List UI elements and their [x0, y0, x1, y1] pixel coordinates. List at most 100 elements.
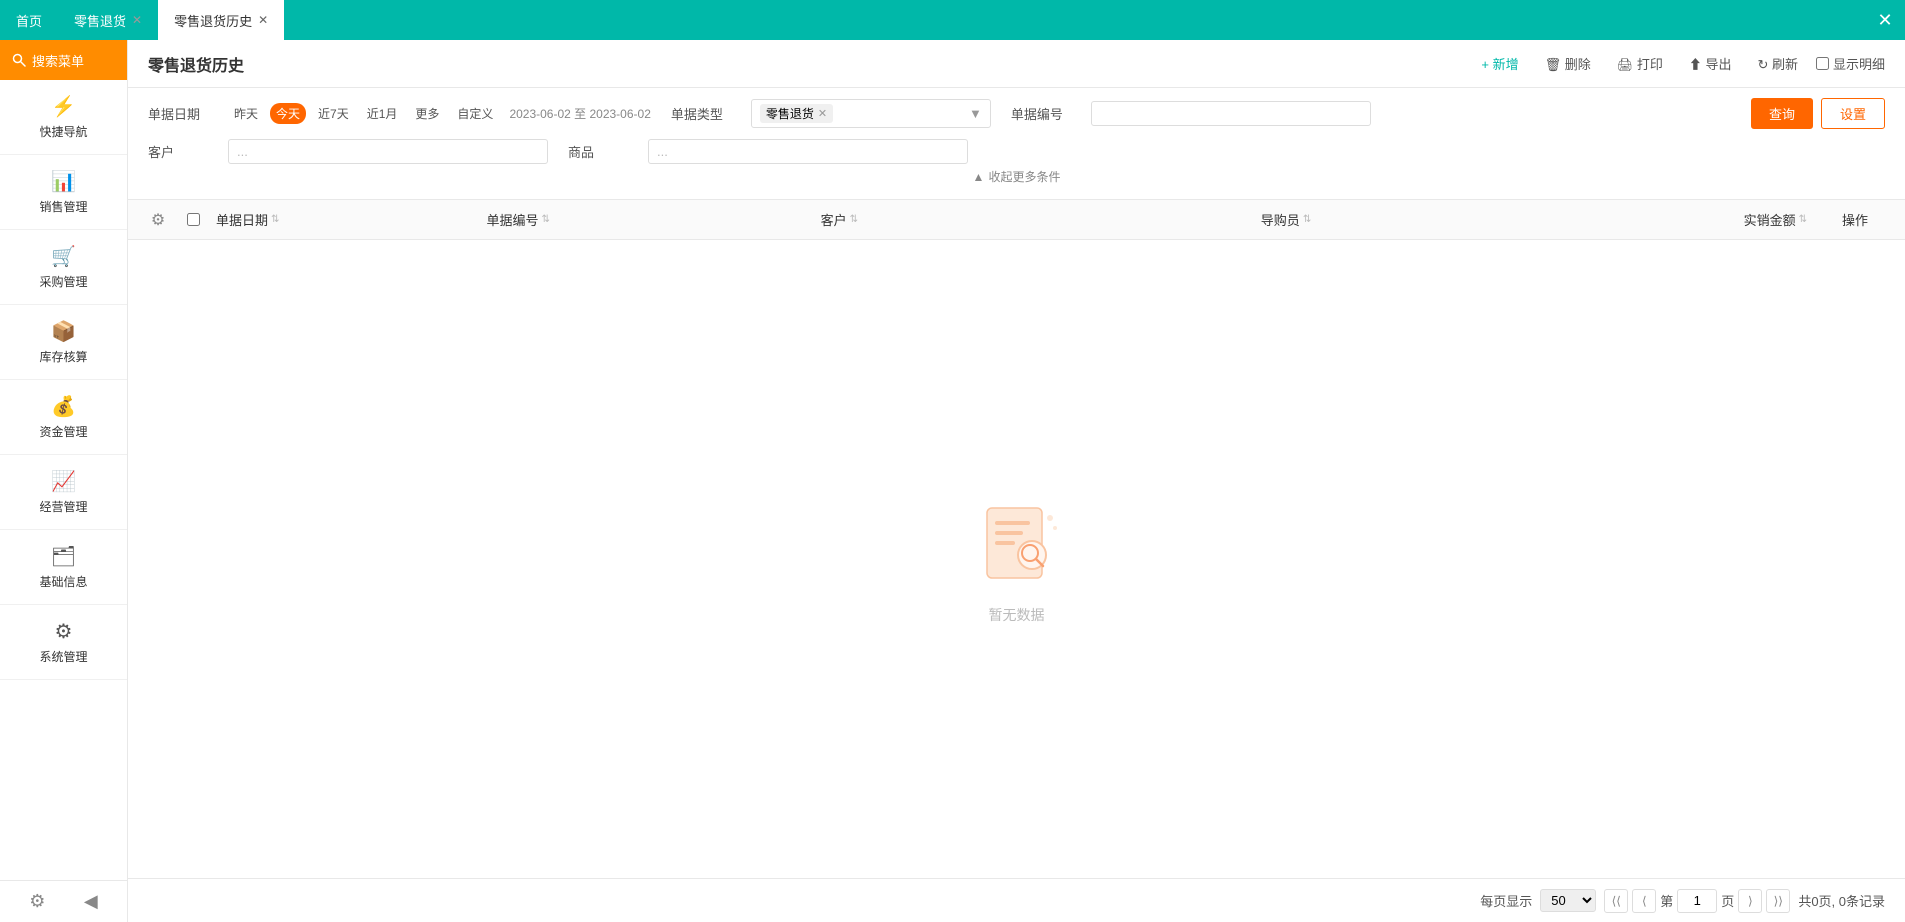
num-label: 单据编号 [1011, 104, 1071, 123]
tab-retail-return-history-close[interactable]: ✕ [258, 13, 268, 27]
date-opt-1month[interactable]: 近1月 [361, 103, 404, 124]
type-select[interactable]: 零售退货 ✕ ▼ [751, 99, 991, 128]
delete-button[interactable]: 🗑 删除 [1537, 50, 1599, 77]
goods-label: 商品 [568, 142, 628, 161]
tab-retail-return[interactable]: 零售退货 ✕ [58, 0, 158, 40]
window-close-button[interactable]: ✕ [1865, 0, 1905, 40]
empty-text: 暂无数据 [989, 605, 1045, 625]
type-tag: 零售退货 ✕ [760, 104, 833, 123]
top-bar: 首页 零售退货 ✕ 零售退货历史 ✕ ✕ [0, 0, 1905, 40]
th-num: 单据编号 ⇅ [479, 210, 813, 229]
display-detail-checkbox[interactable]: 显示明细 [1816, 54, 1885, 73]
tab-retail-return-close[interactable]: ✕ [132, 13, 142, 27]
collapse-icon: ▲ [973, 170, 985, 184]
display-detail-check[interactable] [1816, 57, 1829, 70]
type-select-arrow: ▼ [969, 106, 982, 121]
per-page-label: 每页显示 [1480, 891, 1532, 910]
page-prev-btn[interactable]: ⟨ [1632, 889, 1656, 913]
sidebar-collapse-icon[interactable]: ◀ [84, 891, 98, 912]
collapse-bar[interactable]: ▲ 收起更多条件 [148, 164, 1885, 189]
page-label: 第 [1660, 891, 1673, 910]
sidebar-item-quick-nav[interactable]: ⚡ 快捷导航 [0, 80, 127, 155]
th-date: 单据日期 ⇅ [208, 210, 479, 229]
date-label: 单据日期 [148, 104, 208, 123]
date-opt-custom[interactable]: 自定义 [451, 103, 499, 124]
sidebar-item-basic-info[interactable]: 🗂 基础信息 [0, 530, 127, 605]
customer-input[interactable] [228, 139, 548, 164]
sidebar-item-sales[interactable]: 📊 销售管理 [0, 155, 127, 230]
sidebar-item-label-inventory: 库存核算 [39, 348, 87, 365]
page-next-btn[interactable]: ⟩ [1738, 889, 1762, 913]
sales-icon: 📊 [51, 169, 76, 194]
print-button[interactable]: 🖨 打印 [1609, 50, 1671, 77]
main-layout: 搜索菜单 ⚡ 快捷导航 📊 销售管理 🛒 采购管理 📦 库存核算 💰 资金管理 … [0, 40, 1905, 922]
sidebar-item-label-finance: 资金管理 [39, 423, 87, 440]
sidebar-item-label-purchase: 采购管理 [39, 273, 87, 290]
search-icon [12, 53, 26, 67]
th-op: 操作 [1815, 210, 1895, 229]
th-amount: 实销金额 ⇅ [1587, 210, 1815, 229]
pagination: 每页显示 10 20 50 100 ⟨⟨ ⟨ 第 页 ⟩ ⟩⟩ 共0页, 0条记… [128, 878, 1905, 922]
goods-input[interactable] [648, 139, 968, 164]
select-all-checkbox[interactable] [187, 213, 200, 226]
page-nav: ⟨⟨ ⟨ 第 页 ⟩ ⟩⟩ [1604, 889, 1790, 913]
sidebar-settings-icon[interactable]: ⚙ [29, 891, 45, 912]
th-op-label: 操作 [1842, 210, 1868, 229]
page-last-btn[interactable]: ⟩⟩ [1766, 889, 1790, 913]
table-select-all[interactable] [178, 213, 208, 226]
date-opt-more[interactable]: 更多 [409, 103, 445, 124]
query-button[interactable]: 查询 [1751, 98, 1813, 129]
sidebar-item-label-sales: 销售管理 [39, 198, 87, 215]
total-info: 共0页, 0条记录 [1798, 891, 1885, 910]
page-first-btn[interactable]: ⟨⟨ [1604, 889, 1628, 913]
empty-icon [967, 493, 1067, 593]
th-customer: 客户 ⇅ [813, 210, 1253, 229]
empty-state: 暂无数据 [128, 240, 1905, 878]
th-date-sort[interactable]: ⇅ [271, 214, 279, 225]
type-tag-remove[interactable]: ✕ [818, 107, 827, 120]
tab-retail-return-history[interactable]: 零售退货历史 ✕ [158, 0, 284, 40]
quick-nav-icon: ⚡ [51, 94, 76, 119]
sidebar-item-operation[interactable]: 📈 经营管理 [0, 455, 127, 530]
sidebar-search[interactable]: 搜索菜单 [0, 40, 127, 80]
sidebar-item-finance[interactable]: 💰 资金管理 [0, 380, 127, 455]
filter-area: 单据日期 昨天 今天 近7天 近1月 更多 自定义 2023-06-02 至 2… [128, 88, 1905, 200]
collapse-label: 收起更多条件 [988, 168, 1060, 185]
filter-row-1: 单据日期 昨天 今天 近7天 近1月 更多 自定义 2023-06-02 至 2… [148, 98, 1885, 129]
num-input[interactable] [1091, 101, 1371, 126]
system-icon: ⚙ [55, 619, 73, 644]
filter-row-2: 客户 商品 [148, 139, 1885, 164]
th-customer-sort[interactable]: ⇅ [850, 214, 858, 225]
per-page-select[interactable]: 10 20 50 100 [1540, 889, 1596, 912]
page-title: 零售退货历史 [148, 52, 244, 76]
tab-retail-return-history-label: 零售退货历史 [174, 11, 252, 30]
th-guide: 导购员 ⇅ [1253, 210, 1587, 229]
export-button[interactable]: ⬆ 导出 [1681, 50, 1740, 77]
sidebar-item-inventory[interactable]: 📦 库存核算 [0, 305, 127, 380]
refresh-button[interactable]: ↻ 刷新 [1749, 50, 1806, 77]
sidebar-item-system[interactable]: ⚙ 系统管理 [0, 605, 127, 680]
new-button[interactable]: + 新增 [1473, 50, 1526, 77]
page-input[interactable] [1677, 889, 1717, 913]
table-settings-icon[interactable]: ⚙ [138, 210, 178, 230]
date-opt-yesterday[interactable]: 昨天 [228, 103, 264, 124]
th-amount-sort[interactable]: ⇅ [1799, 214, 1807, 225]
tab-home[interactable]: 首页 [0, 0, 58, 40]
type-tag-label: 零售退货 [766, 105, 814, 122]
th-guide-sort[interactable]: ⇅ [1303, 214, 1311, 225]
page-header: 零售退货历史 + 新增 🗑 删除 🖨 打印 ⬆ 导出 ↻ 刷新 显示明细 [128, 40, 1905, 88]
th-amount-label: 实销金额 [1744, 210, 1796, 229]
date-opt-today[interactable]: 今天 [270, 103, 306, 124]
customer-label: 客户 [148, 142, 208, 161]
header-actions: + 新增 🗑 删除 🖨 打印 ⬆ 导出 ↻ 刷新 显示明细 [1473, 50, 1885, 77]
date-opt-7days[interactable]: 近7天 [312, 103, 355, 124]
page-suffix: 页 [1721, 891, 1734, 910]
th-date-label: 单据日期 [216, 210, 268, 229]
operation-icon: 📈 [51, 469, 76, 494]
sidebar-item-label-basic-info: 基础信息 [39, 573, 87, 590]
setting-button[interactable]: 设置 [1821, 98, 1885, 129]
tab-retail-return-label: 零售退货 [74, 11, 126, 30]
th-num-sort[interactable]: ⇅ [542, 214, 550, 225]
sidebar-bottom: ⚙ ◀ [0, 880, 127, 922]
sidebar-item-purchase[interactable]: 🛒 采购管理 [0, 230, 127, 305]
